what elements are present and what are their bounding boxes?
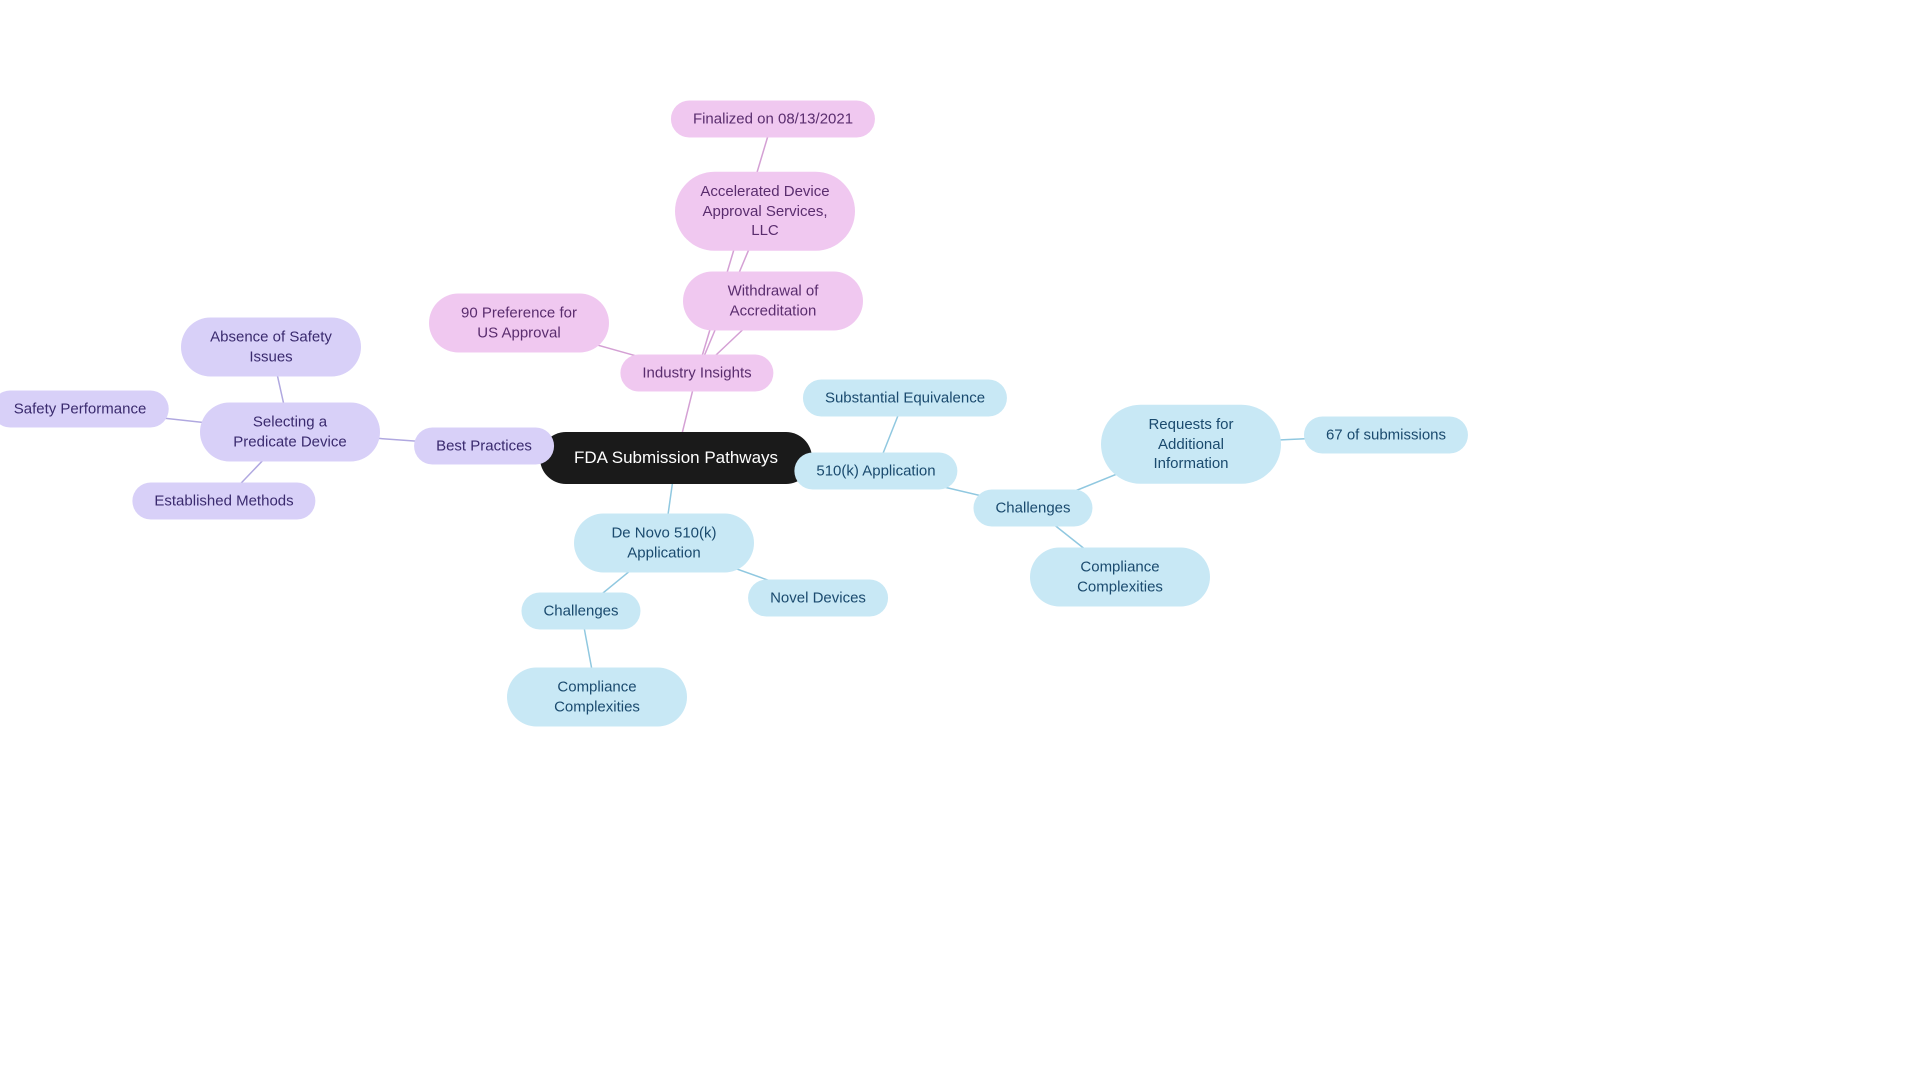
node-label-withdrawal: Withdrawal of Accreditation [705, 282, 841, 321]
node-label-deNovo: De Novo 510(k) Application [596, 524, 732, 563]
node-substantialEquiv[interactable]: Substantial Equivalence [803, 380, 1007, 417]
node-label-absenceSafety: Absence of Safety Issues [203, 328, 339, 367]
node-label-industryInsights: Industry Insights [642, 365, 751, 382]
node-label-bestPractices: Best Practices [436, 438, 532, 455]
node-label-safetyPerformance: Safety Performance [14, 401, 147, 418]
node-label-selectingPredicate: Selecting a Predicate Device [222, 413, 358, 452]
node-complianceChallenges[interactable]: Compliance Complexities [1030, 548, 1210, 607]
node-center[interactable]: FDA Submission Pathways [540, 432, 812, 484]
node-establishedMethods[interactable]: Established Methods [132, 483, 315, 520]
node-label-establishedMethods: Established Methods [154, 493, 293, 510]
node-accelerated[interactable]: Accelerated Device Approval Services, LL… [675, 172, 855, 251]
node-label-substantialEquiv: Substantial Equivalence [825, 390, 985, 407]
node-selectingPredicate[interactable]: Selecting a Predicate Device [200, 403, 380, 462]
node-challenges510[interactable]: Challenges [973, 490, 1092, 527]
node-safetyPerformance[interactable]: Safety Performance [0, 391, 168, 428]
node-preference[interactable]: 90 Preference for US Approval [429, 294, 609, 353]
node-label-challenges510: Challenges [995, 500, 1070, 517]
node-label-complianceChallenges: Compliance Complexities [1052, 558, 1188, 597]
node-absenceSafety[interactable]: Absence of Safety Issues [181, 318, 361, 377]
node-label-center: FDA Submission Pathways [574, 448, 778, 468]
node-challengesDeNovo[interactable]: Challenges [521, 593, 640, 630]
node-label-requestsInfo: Requests for Additional Information [1123, 415, 1259, 474]
node-industryInsights[interactable]: Industry Insights [620, 355, 773, 392]
mindmap-container: FDA Submission Pathways Finalized on 08/1… [0, 0, 1920, 1083]
node-submissions67[interactable]: 67 of submissions [1304, 417, 1468, 454]
node-finalized[interactable]: Finalized on 08/13/2021 [671, 101, 875, 138]
node-label-fivetenk: 510(k) Application [816, 463, 935, 480]
node-label-accelerated: Accelerated Device Approval Services, LL… [697, 182, 833, 241]
node-fivetenk[interactable]: 510(k) Application [794, 453, 957, 490]
node-deNovo[interactable]: De Novo 510(k) Application [574, 514, 754, 573]
node-label-submissions67: 67 of submissions [1326, 427, 1446, 444]
node-label-preference: 90 Preference for US Approval [451, 304, 587, 343]
node-complianceDeNovo[interactable]: Compliance Complexities [507, 668, 687, 727]
node-novelDevices[interactable]: Novel Devices [748, 580, 888, 617]
node-requestsInfo[interactable]: Requests for Additional Information [1101, 405, 1281, 484]
node-withdrawal[interactable]: Withdrawal of Accreditation [683, 272, 863, 331]
node-bestPractices[interactable]: Best Practices [414, 428, 554, 465]
node-label-novelDevices: Novel Devices [770, 590, 866, 607]
node-label-complianceDeNovo: Compliance Complexities [529, 678, 665, 717]
connections-svg [0, 0, 1920, 1083]
node-label-challengesDeNovo: Challenges [543, 603, 618, 620]
node-label-finalized: Finalized on 08/13/2021 [693, 111, 853, 128]
